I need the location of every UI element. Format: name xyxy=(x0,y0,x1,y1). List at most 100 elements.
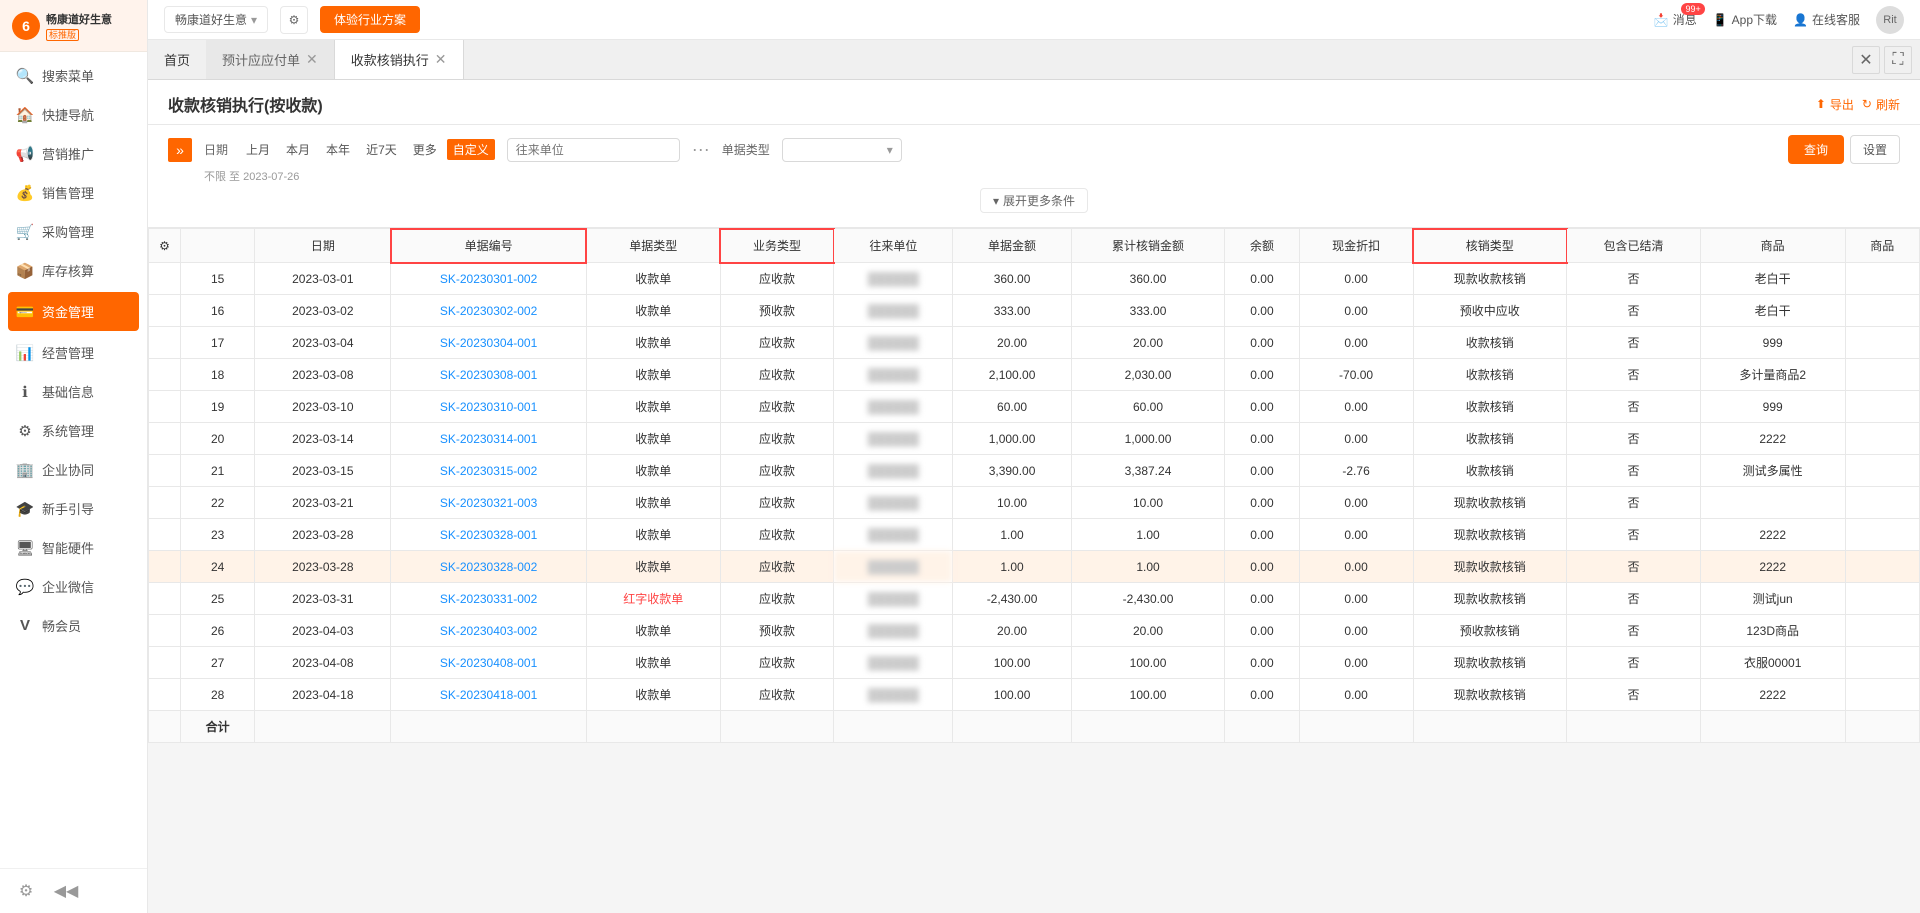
td-balance: 0.00 xyxy=(1225,647,1299,679)
sidebar-item-inventory[interactable]: 📦 库存核算 xyxy=(0,251,147,290)
tab-fullscreen-button[interactable]: ⛶ xyxy=(1884,46,1912,74)
tab-pending-close[interactable]: ✕ xyxy=(306,51,318,68)
td-product: 2222 xyxy=(1700,423,1845,455)
td-bill-no[interactable]: SK-20230301-002 xyxy=(391,263,587,295)
sidebar-item-sales[interactable]: 💰 销售管理 xyxy=(0,173,147,212)
bill-no-link[interactable]: SK-20230418-001 xyxy=(440,688,537,702)
solution-button[interactable]: 体验行业方案 xyxy=(320,6,420,33)
date-opt-more[interactable]: 更多 xyxy=(407,139,443,160)
td-total-write-off: 333.00 xyxy=(1071,295,1225,327)
filter-expand-button[interactable]: » xyxy=(168,138,192,162)
tab-receipts-close[interactable]: ✕ xyxy=(435,51,447,68)
company-dropdown[interactable]: 畅康道好生意 ▾ xyxy=(164,6,268,33)
bill-no-link[interactable]: SK-20230314-001 xyxy=(440,432,537,446)
bill-no-link[interactable]: SK-20230408-001 xyxy=(440,656,537,670)
bill-no-link[interactable]: SK-20230328-001 xyxy=(440,528,537,542)
tab-home[interactable]: 首页 xyxy=(148,40,206,79)
date-opt-this-year[interactable]: 本年 xyxy=(320,139,356,160)
sidebar-item-search[interactable]: 🔍 搜索菜单 xyxy=(0,56,147,95)
td-product: 老白干 xyxy=(1700,295,1845,327)
filter-expand-row: ▾ 展开更多条件 xyxy=(168,184,1900,217)
table-container[interactable]: ⚙ 日期 单据编号 单据类型 业务类型 往来单位 单据金额 累计核销金额 余额 … xyxy=(148,228,1920,913)
sidebar-item-operations[interactable]: 📊 经营管理 xyxy=(0,333,147,372)
td-bill-no[interactable]: SK-20230331-002 xyxy=(391,583,587,615)
td-date: 2023-03-15 xyxy=(255,455,391,487)
setting-button[interactable]: 设置 xyxy=(1850,135,1900,164)
sidebar-item-wechat[interactable]: 💬 企业微信 xyxy=(0,567,147,606)
td-partner: ██████ xyxy=(834,263,953,295)
td-bill-no[interactable]: SK-20230302-002 xyxy=(391,295,587,327)
td-biz-type: 应收款 xyxy=(720,391,834,423)
bill-no-link[interactable]: SK-20230321-003 xyxy=(440,496,537,510)
query-button[interactable]: 查询 xyxy=(1788,135,1844,164)
bill-no-link[interactable]: SK-20230308-001 xyxy=(440,368,537,382)
tab-close-all-button[interactable]: ✕ xyxy=(1852,46,1880,74)
th-gear[interactable]: ⚙ xyxy=(149,229,181,263)
td-cash-discount: 0.00 xyxy=(1299,423,1413,455)
td-bill-no[interactable]: SK-20230403-002 xyxy=(391,615,587,647)
sidebar-item-purchase[interactable]: 🛒 采购管理 xyxy=(0,212,147,251)
partner-more-icon[interactable]: ··· xyxy=(692,139,710,160)
td-balance: 0.00 xyxy=(1225,391,1299,423)
sidebar-label-finance: 资金管理 xyxy=(42,302,94,321)
table-header-row: ⚙ 日期 单据编号 单据类型 业务类型 往来单位 单据金额 累计核销金额 余额 … xyxy=(149,229,1920,263)
td-bill-no[interactable]: SK-20230304-001 xyxy=(391,327,587,359)
tab-receipts[interactable]: 收款核销执行 ✕ xyxy=(335,40,464,79)
collapse-sidebar-icon[interactable]: ◀◀ xyxy=(52,877,80,905)
message-button[interactable]: 📩 消息 99+ xyxy=(1654,11,1697,28)
date-opt-7days[interactable]: 近7天 xyxy=(360,139,403,160)
sidebar-item-basic[interactable]: ℹ 基础信息 xyxy=(0,372,147,411)
table-row: 282023-04-18SK-20230418-001收款单应收款██████1… xyxy=(149,679,1920,711)
bill-no-link[interactable]: SK-20230315-002 xyxy=(440,464,537,478)
td-bill-no[interactable]: SK-20230408-001 xyxy=(391,647,587,679)
td-check xyxy=(149,519,181,551)
date-opt-last-month[interactable]: 上月 xyxy=(240,139,276,160)
bill-no-link[interactable]: SK-20230310-001 xyxy=(440,400,537,414)
sidebar-item-quicknav[interactable]: 🏠 快捷导航 xyxy=(0,95,147,134)
td-bill-no[interactable]: SK-20230418-001 xyxy=(391,679,587,711)
service-link[interactable]: 👤 在线客服 xyxy=(1793,11,1860,28)
td-bill-no[interactable]: SK-20230328-001 xyxy=(391,519,587,551)
inventory-icon: 📦 xyxy=(16,262,34,280)
expand-more-icon: ▾ xyxy=(993,194,999,208)
date-filter-label: 日期 xyxy=(204,141,228,158)
refresh-button[interactable]: ↻ 刷新 xyxy=(1862,96,1900,113)
settings-footer-icon[interactable]: ⚙ xyxy=(12,877,40,905)
user-avatar[interactable]: Rit xyxy=(1876,6,1904,34)
filter-row: » 日期 上月 本月 本年 近7天 更多 自定义 ··· 单据类型 ▾ xyxy=(168,135,1900,164)
sidebar-item-finance[interactable]: 💳 资金管理 xyxy=(8,292,139,331)
bill-no-link[interactable]: SK-20230328-002 xyxy=(440,560,537,574)
bill-no-link[interactable]: SK-20230304-001 xyxy=(440,336,537,350)
td-bill-no[interactable]: SK-20230308-001 xyxy=(391,359,587,391)
td-bill-no[interactable]: SK-20230328-002 xyxy=(391,551,587,583)
date-opt-this-month[interactable]: 本月 xyxy=(280,139,316,160)
sidebar-item-hardware[interactable]: 🖥 智能硬件 xyxy=(0,528,147,567)
sidebar-item-company[interactable]: 🏢 企业协同 xyxy=(0,450,147,489)
sidebar-item-guide[interactable]: 🎓 新手引导 xyxy=(0,489,147,528)
bill-no-link[interactable]: SK-20230331-002 xyxy=(440,592,537,606)
td-bill-no[interactable]: SK-20230315-002 xyxy=(391,455,587,487)
bill-no-link[interactable]: SK-20230302-002 xyxy=(440,304,537,318)
date-custom-button[interactable]: 自定义 xyxy=(447,139,495,160)
app-download-link[interactable]: 📱 App下载 xyxy=(1713,11,1777,28)
tab-pending[interactable]: 预计应应付单 ✕ xyxy=(206,40,335,79)
td-bill-no[interactable]: SK-20230314-001 xyxy=(391,423,587,455)
marketing-icon: 📢 xyxy=(16,145,34,163)
td-bill-no[interactable]: SK-20230310-001 xyxy=(391,391,587,423)
sidebar-item-system[interactable]: ⚙ 系统管理 xyxy=(0,411,147,450)
bill-no-link[interactable]: SK-20230301-002 xyxy=(440,272,537,286)
bill-no-link[interactable]: SK-20230403-002 xyxy=(440,624,537,638)
bill-type-select[interactable]: ▾ xyxy=(782,138,902,162)
td-total-write-off: 10.00 xyxy=(1071,487,1225,519)
td-date: 2023-04-08 xyxy=(255,647,391,679)
sidebar-item-member[interactable]: V 畅会员 xyxy=(0,606,147,645)
export-button[interactable]: ⬆ 导出 xyxy=(1816,96,1854,113)
td-bill-no[interactable]: SK-20230321-003 xyxy=(391,487,587,519)
td-date: 2023-03-14 xyxy=(255,423,391,455)
gear-button[interactable]: ⚙ xyxy=(280,6,308,34)
partner-input[interactable] xyxy=(507,138,680,162)
expand-more-button[interactable]: ▾ 展开更多条件 xyxy=(980,188,1088,213)
sidebar-item-marketing[interactable]: 📢 营销推广 xyxy=(0,134,147,173)
td-bill-amount: 100.00 xyxy=(953,679,1071,711)
td-partner: ██████ xyxy=(834,679,953,711)
